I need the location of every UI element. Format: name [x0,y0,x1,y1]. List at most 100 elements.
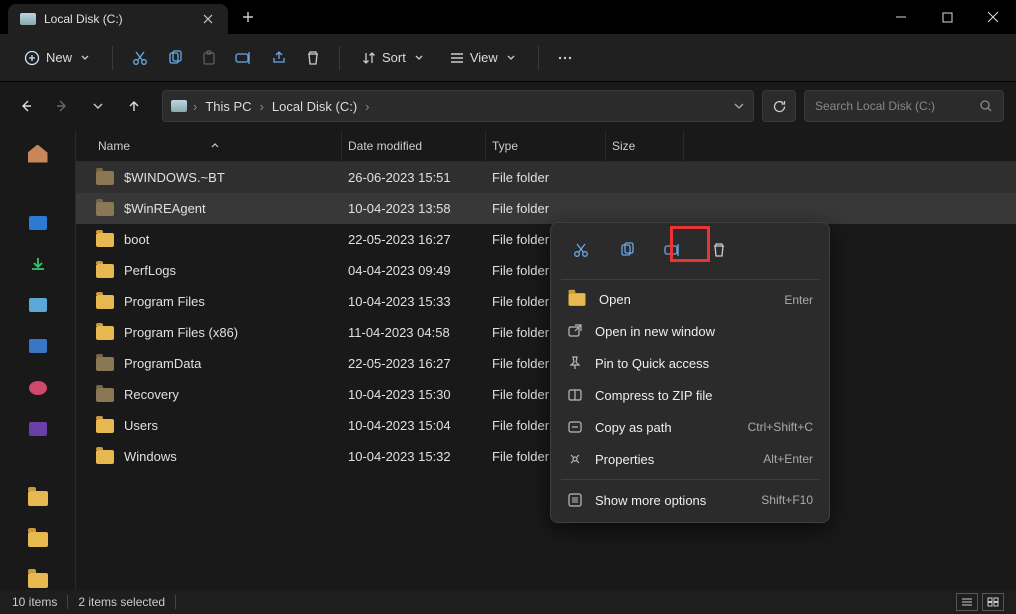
new-window-icon [567,323,583,339]
minimize-button[interactable] [878,0,924,34]
rename-icon [235,50,253,66]
table-row[interactable]: Program Files (x86)11-04-2023 04:58File … [76,317,1016,348]
back-icon [18,98,34,114]
search-input[interactable] [815,99,979,113]
table-row[interactable]: $WINDOWS.~BT26-06-2023 15:51File folder [76,162,1016,193]
close-icon [987,11,999,23]
chevron-down-icon [733,100,745,112]
file-date: 04-04-2023 09:49 [342,263,486,278]
col-size[interactable]: Size [606,130,684,161]
file-type: File folder [486,170,606,185]
delete-icon [305,50,321,66]
new-icon [24,50,40,66]
paste-button[interactable] [195,44,223,72]
copy-icon [167,50,183,66]
separator [175,595,176,609]
status-item-count: 10 items [12,595,57,609]
ctx-delete-button[interactable] [703,235,735,265]
refresh-button[interactable] [762,90,796,122]
address-bar[interactable]: › This PC › Local Disk (C:) › [162,90,754,122]
separator [67,595,68,609]
folder-icon [96,233,114,247]
folder-icon [96,450,114,464]
back-button[interactable] [12,92,40,120]
new-tab-button[interactable] [228,0,268,34]
separator [561,279,819,280]
new-button[interactable]: New [14,44,100,72]
file-name: boot [124,232,149,247]
folder-icon [28,532,48,547]
cut-button[interactable] [125,43,155,73]
more-options-icon [567,492,583,508]
maximize-button[interactable] [924,0,970,34]
delete-button[interactable] [299,44,327,72]
ctx-compress-zip[interactable]: Compress to ZIP file [557,379,823,411]
view-icon [450,52,464,64]
ctx-copy-as-path[interactable]: Copy as pathCtrl+Shift+C [557,411,823,443]
close-tab-button[interactable] [200,11,216,27]
more-button[interactable] [551,44,579,72]
folder-icon [96,419,114,433]
ctx-show-more-options[interactable]: Show more optionsShift+F10 [557,484,823,516]
view-toggle [956,593,1004,611]
col-name[interactable]: Name [92,130,342,161]
folder-icon [96,295,114,309]
sidebar-folder-3[interactable] [27,571,49,590]
file-date: 11-04-2023 04:58 [342,325,486,340]
ctx-cut-button[interactable] [565,235,597,265]
table-row[interactable]: Program Files10-04-2023 15:33File folder [76,286,1016,317]
toolbar: New Sort View [0,34,1016,82]
ctx-rename-button[interactable] [657,235,689,265]
window-tab[interactable]: Local Disk (C:) [8,4,228,34]
rename-button[interactable] [229,44,259,72]
sidebar-downloads[interactable] [27,255,49,274]
title-bar: Local Disk (C:) [0,0,1016,34]
file-name: Program Files (x86) [124,325,238,340]
recent-button[interactable] [84,92,112,120]
breadcrumb-this-pc[interactable]: This PC [201,99,255,114]
file-name: $WinREAgent [124,201,206,216]
column-headers: Name Date modified Type Size [76,130,1016,162]
up-button[interactable] [120,92,148,120]
pin-icon [567,355,583,371]
sidebar-music[interactable] [27,378,49,397]
copy-button[interactable] [161,44,189,72]
up-icon [126,98,142,114]
context-icon-row [557,229,823,275]
ctx-copy-button[interactable] [611,235,643,265]
large-icons-view-button[interactable] [982,593,1004,611]
sidebar [0,130,76,590]
minimize-icon [895,11,907,23]
sidebar-home[interactable] [27,144,49,163]
table-row[interactable]: Recovery10-04-2023 15:30File folder [76,379,1016,410]
table-row[interactable]: $WinREAgent10-04-2023 13:58File folder [76,193,1016,224]
breadcrumb-drive[interactable]: Local Disk (C:) [268,99,361,114]
ctx-properties[interactable]: PropertiesAlt+Enter [557,443,823,475]
sort-asc-icon [210,141,220,151]
table-row[interactable]: Users10-04-2023 15:04File folder [76,410,1016,441]
sidebar-documents[interactable] [27,296,49,315]
address-dropdown[interactable] [733,100,745,112]
sidebar-desktop[interactable] [27,214,49,233]
share-button[interactable] [265,44,293,72]
forward-button[interactable] [48,92,76,120]
close-window-button[interactable] [970,0,1016,34]
table-row[interactable]: ProgramData22-05-2023 16:27File folder [76,348,1016,379]
table-row[interactable]: PerfLogs04-04-2023 09:49File folder [76,255,1016,286]
details-view-button[interactable] [956,593,978,611]
sidebar-videos[interactable] [27,419,49,438]
table-row[interactable]: Windows10-04-2023 15:32File folder [76,441,1016,472]
view-button[interactable]: View [440,44,526,71]
ctx-open[interactable]: OpenEnter [557,284,823,315]
ctx-open-new-window[interactable]: Open in new window [557,315,823,347]
sort-button[interactable]: Sort [352,44,434,71]
sidebar-folder-2[interactable] [27,530,49,549]
cut-icon [131,49,149,67]
sidebar-pictures[interactable] [27,337,49,356]
col-type[interactable]: Type [486,130,606,161]
table-row[interactable]: boot22-05-2023 16:27File folder [76,224,1016,255]
sidebar-folder-1[interactable] [27,489,49,508]
col-date[interactable]: Date modified [342,130,486,161]
search-box[interactable] [804,90,1004,122]
ctx-pin-quick-access[interactable]: Pin to Quick access [557,347,823,379]
